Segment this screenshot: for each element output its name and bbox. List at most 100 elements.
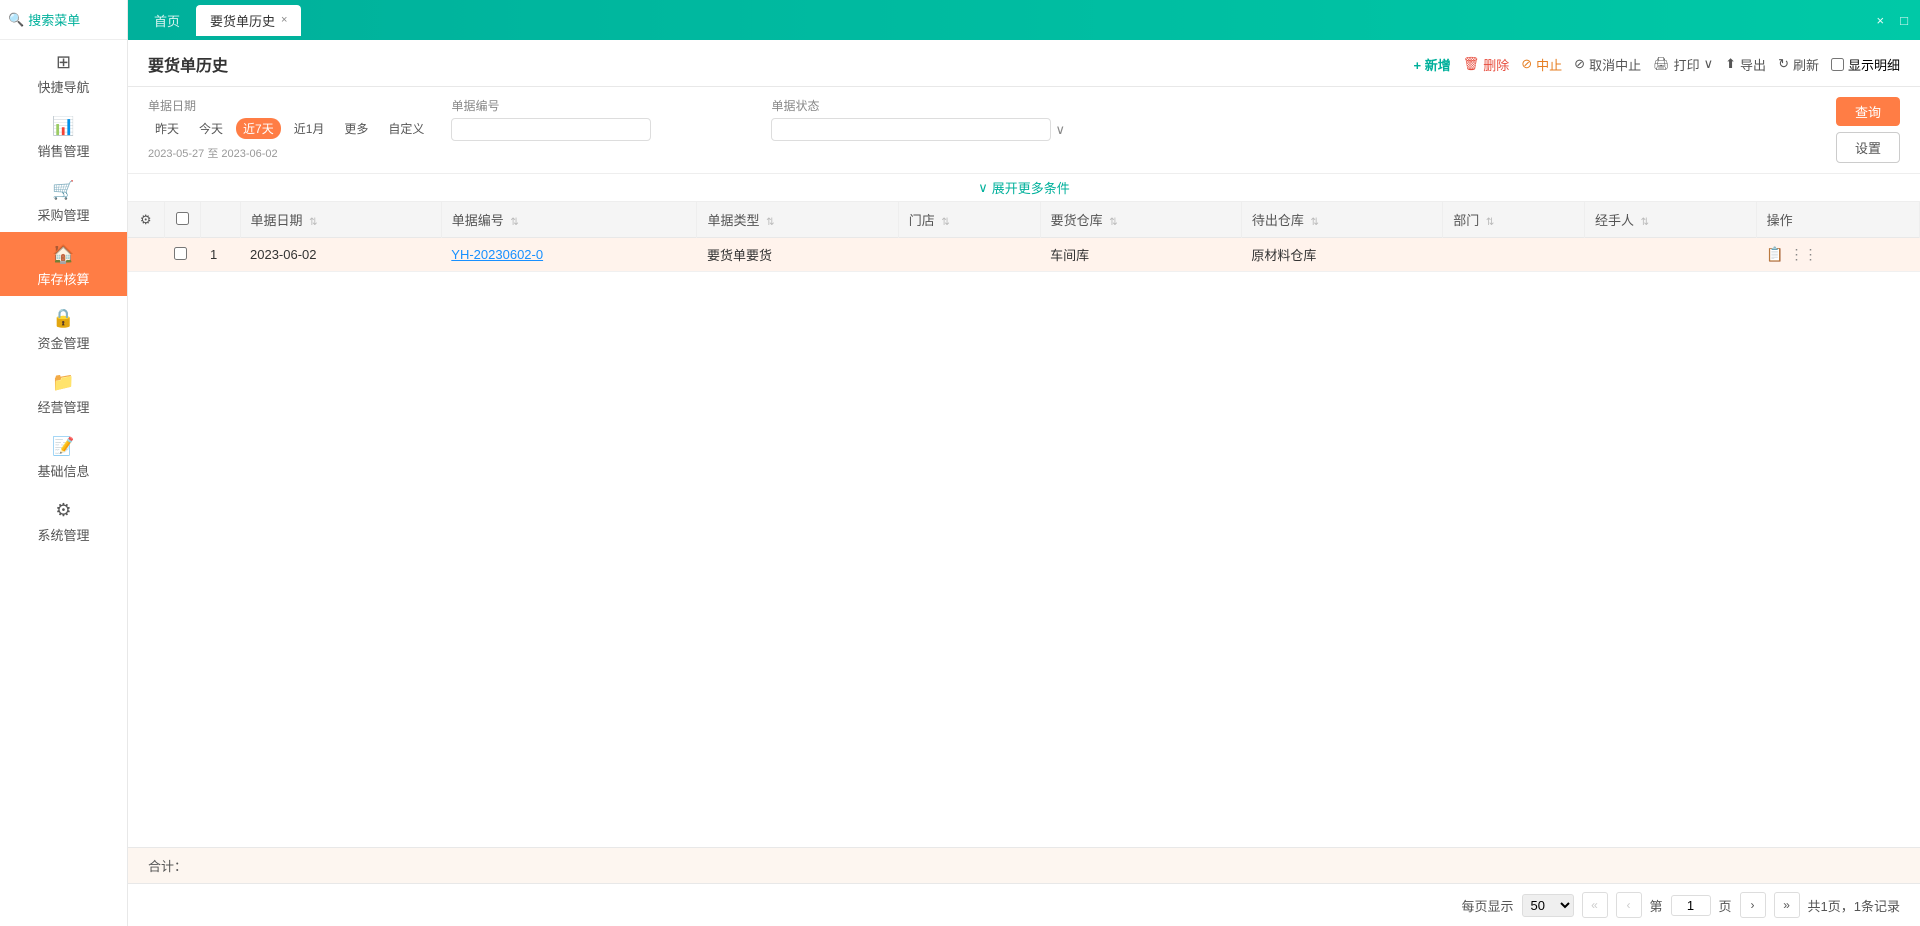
sidebar-item-sales[interactable]: 📊 销售管理: [0, 104, 127, 168]
row-handler-cell: [1585, 238, 1757, 272]
col-department[interactable]: 部门 ⇅: [1443, 202, 1585, 238]
cancel-stop-button[interactable]: ⊘ 取消中止: [1574, 55, 1641, 74]
date-btn-yesterday[interactable]: 昨天: [148, 118, 186, 139]
stop-button[interactable]: ⊘ 中止: [1521, 55, 1562, 74]
col-settings[interactable]: ⚙: [128, 202, 164, 238]
sidebar-item-label: 基础信息: [37, 461, 89, 480]
stop-icon: ⊘: [1521, 56, 1532, 72]
col-date[interactable]: 单据日期 ⇅: [240, 202, 441, 238]
print-button[interactable]: 🖨 打印 ∨: [1653, 55, 1713, 74]
row-checkbox[interactable]: [174, 247, 187, 260]
settings-button[interactable]: 设置: [1836, 132, 1900, 163]
row-billno-cell[interactable]: YH-20230602-0: [441, 238, 697, 272]
bill-no-input[interactable]: [451, 118, 651, 141]
content-area: 要货单历史 + 新增 🗑 删除 ⊘ 中止 ⊘ 取消中止: [128, 40, 1920, 926]
sidebar-item-label: 销售管理: [37, 141, 89, 160]
topnav-maximize-icon[interactable]: □: [1900, 13, 1908, 28]
date-btn-custom[interactable]: 自定义: [381, 118, 431, 139]
table-footer: 合计：: [128, 847, 1920, 883]
delete-button[interactable]: 🗑 删除: [1463, 55, 1510, 74]
tab-close-icon[interactable]: ×: [281, 14, 287, 26]
top-nav: 首页 要货单历史 × × □: [128, 0, 1920, 40]
col-billno[interactable]: 单据编号 ⇅: [441, 202, 697, 238]
page-number-input[interactable]: [1671, 895, 1711, 916]
inventory-icon: 🏠: [52, 244, 74, 265]
prev-page-button[interactable]: ‹: [1616, 892, 1642, 918]
bill-no-label: 单据编号: [451, 97, 751, 114]
table-header-row: ⚙ 单据日期 ⇅ 单据编号 ⇅ 单据类型 ⇅ 门店 ⇅ 要货仓库 ⇅ 待出仓库 …: [128, 202, 1920, 238]
date-btn-more[interactable]: 更多: [337, 118, 375, 139]
show-detail-checkbox[interactable]: [1831, 58, 1844, 71]
sidebar-item-inventory[interactable]: 🏠 库存核算: [0, 232, 127, 296]
row-pending-warehouse-cell: 原材料仓库: [1241, 238, 1442, 272]
date-btn-7days[interactable]: 近7天: [236, 118, 281, 139]
date-btn-1month[interactable]: 近1月: [287, 118, 332, 139]
tab-home[interactable]: 首页: [140, 5, 194, 36]
col-store[interactable]: 门店 ⇅: [898, 202, 1040, 238]
sidebar-item-finance[interactable]: 🔒 资金管理: [0, 296, 127, 360]
filter-area: 单据日期 昨天 今天 近7天 近1月 更多 自定义 2023-05-27 至 2…: [128, 87, 1920, 202]
col-handler[interactable]: 经手人 ⇅: [1585, 202, 1757, 238]
sidebar-item-purchase[interactable]: 🛒 采购管理: [0, 168, 127, 232]
sidebar-item-label: 采购管理: [37, 205, 89, 224]
expand-more-bar[interactable]: ∨ 展开更多条件: [128, 174, 1920, 202]
sidebar-item-operation[interactable]: 📁 经营管理: [0, 360, 127, 424]
title-row: 要货单历史 + 新增 🗑 删除 ⊘ 中止 ⊘ 取消中止: [148, 52, 1900, 76]
data-table: ⚙ 单据日期 ⇅ 单据编号 ⇅ 单据类型 ⇅ 门店 ⇅ 要货仓库 ⇅ 待出仓库 …: [128, 202, 1920, 272]
last-page-button[interactable]: »: [1774, 892, 1800, 918]
row-more-icon[interactable]: ⋮⋮: [1790, 246, 1818, 263]
select-all-checkbox[interactable]: [176, 212, 189, 225]
export-button[interactable]: ⬆ 导出: [1725, 55, 1766, 74]
page-label-pre: 第: [1650, 896, 1663, 915]
print-icon: 🖨: [1653, 56, 1670, 72]
bill-no-link[interactable]: YH-20230602-0: [451, 247, 543, 262]
tab-requisition-history[interactable]: 要货单历史 ×: [196, 5, 301, 36]
sidebar-search-label: 搜索菜单: [28, 10, 80, 29]
table-area: ⚙ 单据日期 ⇅ 单据编号 ⇅ 单据类型 ⇅ 门店 ⇅ 要货仓库 ⇅ 待出仓库 …: [128, 202, 1920, 847]
tab-requisition-label: 要货单历史: [210, 11, 275, 30]
per-page-label: 每页显示: [1461, 896, 1513, 915]
row-edit-icon[interactable]: 📋: [1766, 246, 1783, 263]
date-btn-today[interactable]: 今天: [192, 118, 230, 139]
topnav-close-icon[interactable]: ×: [1877, 13, 1885, 28]
sidebar-search[interactable]: 🔍 搜索菜单: [0, 0, 127, 40]
row-req-warehouse-cell: 车间库: [1040, 238, 1241, 272]
sidebar-item-system[interactable]: ⚙ 系统管理: [0, 488, 127, 552]
per-page-select[interactable]: 10 20 50 100: [1522, 894, 1574, 917]
refresh-icon: ↻: [1778, 56, 1789, 72]
sidebar-item-label: 经营管理: [37, 397, 89, 416]
bill-status-dropdown-icon[interactable]: ∨: [1055, 122, 1065, 138]
refresh-button[interactable]: ↻ 刷新: [1778, 55, 1819, 74]
next-page-button[interactable]: ›: [1740, 892, 1766, 918]
system-icon: ⚙: [55, 500, 71, 521]
col-billtype[interactable]: 单据类型 ⇅: [697, 202, 898, 238]
col-pending-warehouse[interactable]: 待出仓库 ⇅: [1241, 202, 1442, 238]
filter-row: 单据日期 昨天 今天 近7天 近1月 更多 自定义 2023-05-27 至 2…: [128, 87, 1920, 174]
sidebar-item-basic[interactable]: 📝 基础信息: [0, 424, 127, 488]
date-filter-group: 单据日期 昨天 今天 近7天 近1月 更多 自定义 2023-05-27 至 2…: [148, 97, 431, 161]
sidebar-item-label: 快捷导航: [37, 77, 89, 96]
bill-no-filter-group: 单据编号: [451, 97, 751, 141]
tab-home-label: 首页: [154, 11, 180, 30]
date-filter-controls: 昨天 今天 近7天 近1月 更多 自定义: [148, 118, 431, 139]
delete-icon: 🗑: [1463, 56, 1480, 72]
row-department-cell: [1443, 238, 1585, 272]
bill-status-input[interactable]: [771, 118, 1051, 141]
first-page-button[interactable]: «: [1582, 892, 1608, 918]
pagination: 每页显示 10 20 50 100 « ‹ 第 页 › » 共1页，1条记录: [128, 883, 1920, 926]
sidebar-item-quick-nav[interactable]: ⊞ 快捷导航: [0, 40, 127, 104]
chevron-down-icon: ∨: [978, 180, 988, 196]
purchase-icon: 🛒: [52, 180, 74, 201]
show-detail-label[interactable]: 显示明细: [1831, 55, 1900, 74]
query-button[interactable]: 查询: [1836, 97, 1900, 126]
add-button[interactable]: + 新增: [1414, 55, 1451, 74]
row-num-cell: 1: [200, 238, 240, 272]
page-header: 要货单历史 + 新增 🗑 删除 ⊘ 中止 ⊘ 取消中止: [128, 40, 1920, 87]
search-icon: 🔍: [8, 12, 24, 28]
toolbar: + 新增 🗑 删除 ⊘ 中止 ⊘ 取消中止 🖨 打: [1414, 55, 1901, 74]
operation-icon: 📁: [52, 372, 74, 393]
table-row: 1 2023-06-02 YH-20230602-0 要货单要货 车间库 原材料…: [128, 238, 1920, 272]
sidebar-item-label: 系统管理: [37, 525, 89, 544]
col-req-warehouse[interactable]: 要货仓库 ⇅: [1040, 202, 1241, 238]
row-settings-cell: [128, 238, 164, 272]
